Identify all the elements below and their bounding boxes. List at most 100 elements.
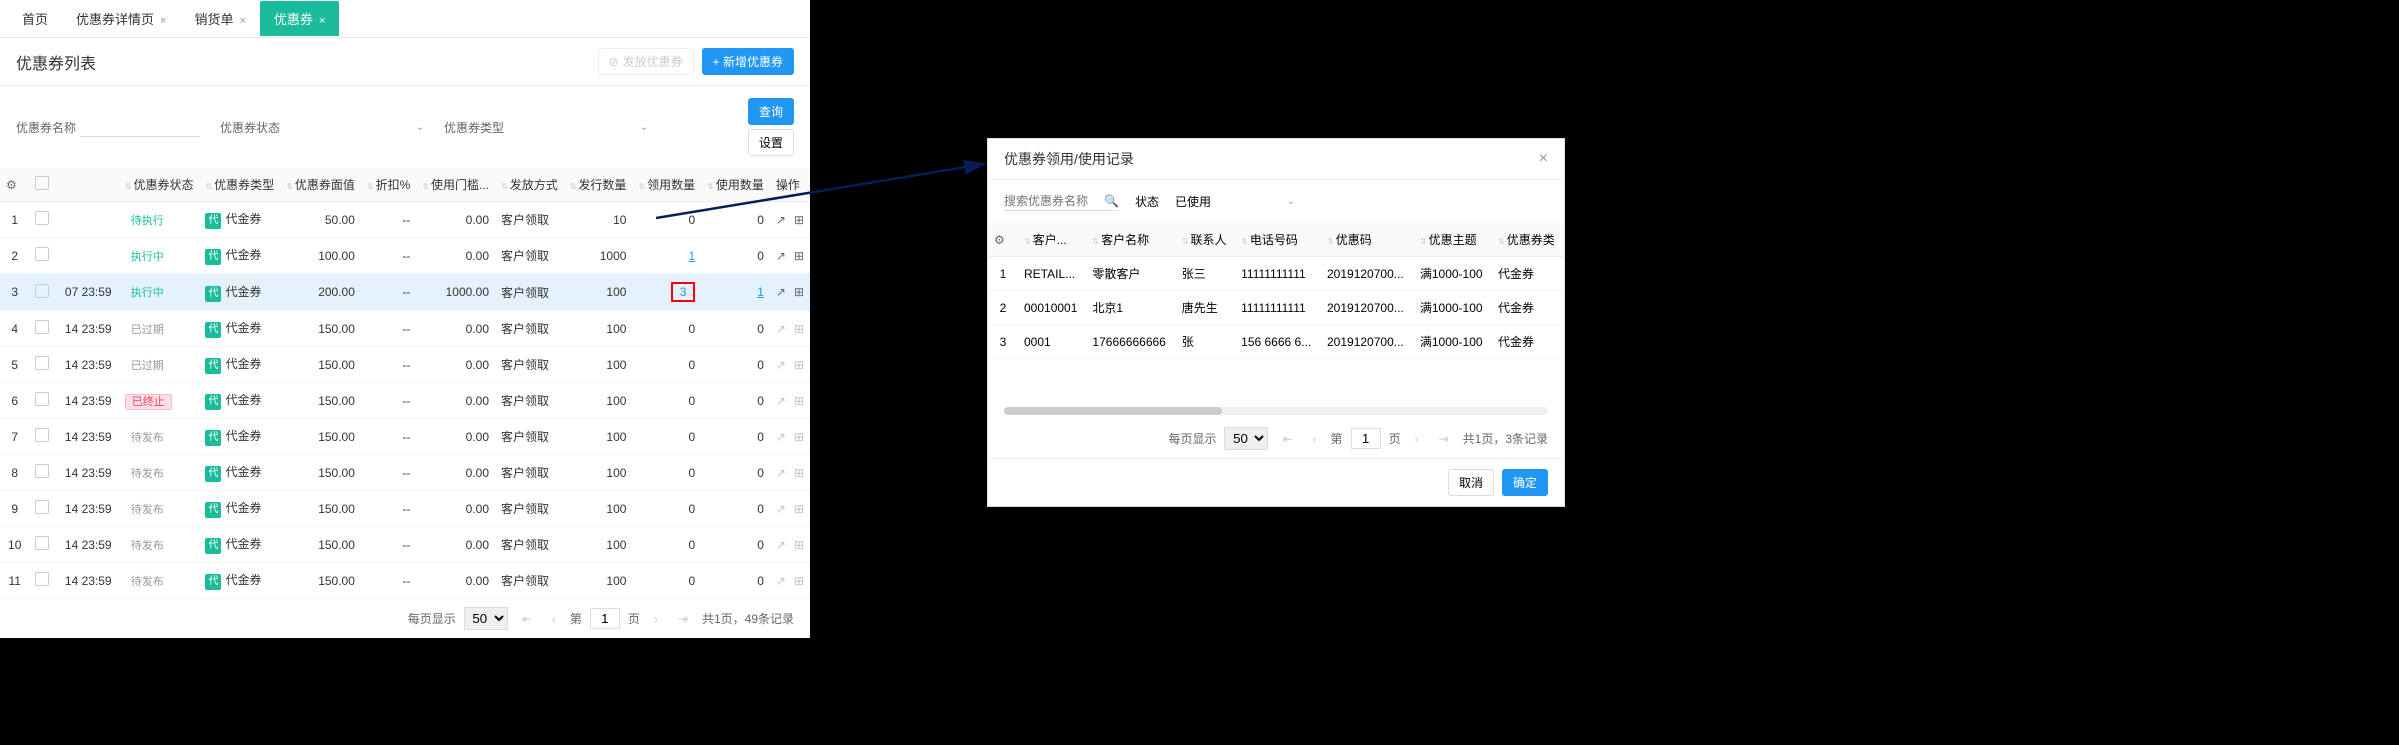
- status-select[interactable]: ⌄: [284, 122, 424, 133]
- share-icon[interactable]: ↗: [776, 538, 786, 552]
- row-checkbox[interactable]: [35, 572, 49, 586]
- type-select[interactable]: ⌄: [508, 122, 648, 133]
- col-claim[interactable]: 领用数量: [647, 178, 695, 192]
- share-icon[interactable]: ↗: [776, 213, 786, 227]
- share-icon[interactable]: ↗: [776, 358, 786, 372]
- table-row[interactable]: 11 14 23:59 待发布 代代金券 150.00 -- 0.00 客户领取…: [0, 563, 810, 599]
- share-icon[interactable]: ↗: [776, 466, 786, 480]
- col-status[interactable]: 优惠券状态: [133, 178, 193, 192]
- col-issue[interactable]: 发行数量: [578, 178, 626, 192]
- table-row[interactable]: 3 07 23:59 执行中 代代金券 200.00 -- 1000.00 客户…: [0, 274, 810, 311]
- claim-count-link[interactable]: 1: [688, 249, 695, 263]
- share-icon[interactable]: ↗: [776, 502, 786, 516]
- mcol-cname[interactable]: 客户名称: [1101, 233, 1149, 247]
- per-page-select[interactable]: 50: [464, 607, 508, 630]
- modal-status-select[interactable]: 已使用 ⌄: [1175, 193, 1295, 210]
- qrcode-icon[interactable]: ⊞: [794, 249, 804, 263]
- table-row[interactable]: 2 执行中 代代金券 100.00 -- 0.00 客户领取 1000 1 0 …: [0, 238, 810, 274]
- first-page-button[interactable]: ⇤: [516, 610, 538, 628]
- close-icon[interactable]: ×: [319, 15, 325, 27]
- mcol-cid[interactable]: 客户...: [1033, 233, 1067, 247]
- col-face[interactable]: 优惠券面值: [295, 178, 355, 192]
- search-icon[interactable]: 🔍: [1104, 194, 1119, 208]
- row-checkbox[interactable]: [35, 284, 49, 298]
- table-row[interactable]: 200010001北京1唐先生111111111112019120700...满…: [988, 291, 1564, 325]
- tab-coupon-detail[interactable]: 优惠券详情页×: [62, 1, 180, 36]
- share-icon[interactable]: ↗: [776, 249, 786, 263]
- modal-last-page[interactable]: ⇥: [1433, 430, 1455, 448]
- row-checkbox[interactable]: [35, 536, 49, 550]
- qrcode-icon[interactable]: ⊞: [794, 466, 804, 480]
- modal-next-page[interactable]: ›: [1409, 430, 1425, 448]
- table-row[interactable]: 10 14 23:59 待发布 代代金券 150.00 -- 0.00 客户领取…: [0, 527, 810, 563]
- share-icon[interactable]: ↗: [776, 394, 786, 408]
- qrcode-icon[interactable]: ⊞: [794, 574, 804, 588]
- add-coupon-button[interactable]: + 新增优惠券: [702, 48, 794, 75]
- row-checkbox[interactable]: [35, 356, 49, 370]
- row-checkbox[interactable]: [35, 211, 49, 225]
- row-checkbox[interactable]: [35, 320, 49, 334]
- qrcode-icon[interactable]: ⊞: [794, 213, 804, 227]
- tab-home[interactable]: 首页: [8, 1, 62, 36]
- close-icon[interactable]: ×: [1539, 150, 1548, 168]
- last-page-button[interactable]: ⇥: [672, 610, 694, 628]
- mcol-contact[interactable]: 联系人: [1191, 233, 1227, 247]
- coupon-name-input[interactable]: [80, 118, 200, 137]
- share-icon[interactable]: ↗: [776, 574, 786, 588]
- close-icon[interactable]: ×: [239, 15, 245, 27]
- gear-icon[interactable]: ⚙: [994, 233, 1005, 247]
- qrcode-icon[interactable]: ⊞: [794, 430, 804, 444]
- table-row[interactable]: 9 14 23:59 待发布 代代金券 150.00 -- 0.00 客户领取 …: [0, 491, 810, 527]
- horizontal-scrollbar[interactable]: [1004, 407, 1548, 415]
- modal-first-page[interactable]: ⇤: [1276, 430, 1298, 448]
- prev-page-button[interactable]: ‹: [546, 610, 562, 628]
- close-icon[interactable]: ×: [160, 15, 166, 27]
- page-input[interactable]: [590, 608, 620, 629]
- table-row[interactable]: 8 14 23:59 待发布 代代金券 150.00 -- 0.00 客户领取 …: [0, 455, 810, 491]
- row-checkbox[interactable]: [35, 428, 49, 442]
- table-row[interactable]: 3000117666666666张156 6666 6...2019120700…: [988, 325, 1564, 359]
- col-threshold[interactable]: 使用门槛...: [431, 178, 489, 192]
- share-icon[interactable]: ↗: [776, 322, 786, 336]
- qrcode-icon[interactable]: ⊞: [794, 322, 804, 336]
- confirm-button[interactable]: 确定: [1502, 469, 1548, 496]
- next-page-button[interactable]: ›: [648, 610, 664, 628]
- gear-icon[interactable]: ⚙: [6, 178, 17, 192]
- table-row[interactable]: 1 待执行 代代金券 50.00 -- 0.00 客户领取 10 0 0 ↗⊞: [0, 202, 810, 238]
- share-icon[interactable]: ↗: [776, 430, 786, 444]
- cancel-button[interactable]: 取消: [1448, 469, 1494, 496]
- table-row[interactable]: 7 14 23:59 待发布 代代金券 150.00 -- 0.00 客户领取 …: [0, 419, 810, 455]
- settings-button[interactable]: 设置: [748, 129, 794, 156]
- share-icon[interactable]: ↗: [776, 285, 786, 299]
- select-all-checkbox[interactable]: [35, 176, 49, 190]
- mcol-phone[interactable]: 电话号码: [1250, 233, 1298, 247]
- row-checkbox[interactable]: [35, 464, 49, 478]
- mcol-subject[interactable]: 优惠主题: [1429, 233, 1477, 247]
- row-checkbox[interactable]: [35, 500, 49, 514]
- table-row[interactable]: 6 14 23:59 已终止 代代金券 150.00 -- 0.00 客户领取 …: [0, 383, 810, 419]
- col-discount[interactable]: 折扣%: [376, 178, 411, 192]
- use-count-link[interactable]: 1: [757, 285, 764, 299]
- table-row[interactable]: 5 14 23:59 已过期 代代金券 150.00 -- 0.00 客户领取 …: [0, 347, 810, 383]
- qrcode-icon[interactable]: ⊞: [794, 538, 804, 552]
- tab-coupon[interactable]: 优惠券×: [260, 1, 339, 36]
- table-row[interactable]: 1RETAIL...零散客户张三111111111112019120700...…: [988, 257, 1564, 291]
- col-method[interactable]: 发放方式: [510, 178, 558, 192]
- qrcode-icon[interactable]: ⊞: [794, 285, 804, 299]
- row-checkbox[interactable]: [35, 392, 49, 406]
- table-row[interactable]: 4 14 23:59 已过期 代代金券 150.00 -- 0.00 客户领取 …: [0, 311, 810, 347]
- modal-per-page-select[interactable]: 50: [1224, 427, 1268, 450]
- col-type[interactable]: 优惠券类型: [214, 178, 274, 192]
- modal-page-input[interactable]: [1351, 428, 1381, 449]
- col-use[interactable]: 使用数量: [716, 178, 764, 192]
- modal-search-input[interactable]: [1004, 194, 1104, 208]
- claim-count-highlight[interactable]: 3: [671, 282, 695, 302]
- mcol-type[interactable]: 优惠券类: [1507, 233, 1555, 247]
- mcol-code[interactable]: 优惠码: [1336, 233, 1372, 247]
- distribute-coupon-button[interactable]: ⊘发放优惠券: [598, 48, 694, 75]
- row-checkbox[interactable]: [35, 247, 49, 261]
- qrcode-icon[interactable]: ⊞: [794, 502, 804, 516]
- qrcode-icon[interactable]: ⊞: [794, 358, 804, 372]
- modal-prev-page[interactable]: ‹: [1307, 430, 1323, 448]
- query-button[interactable]: 查询: [748, 98, 794, 125]
